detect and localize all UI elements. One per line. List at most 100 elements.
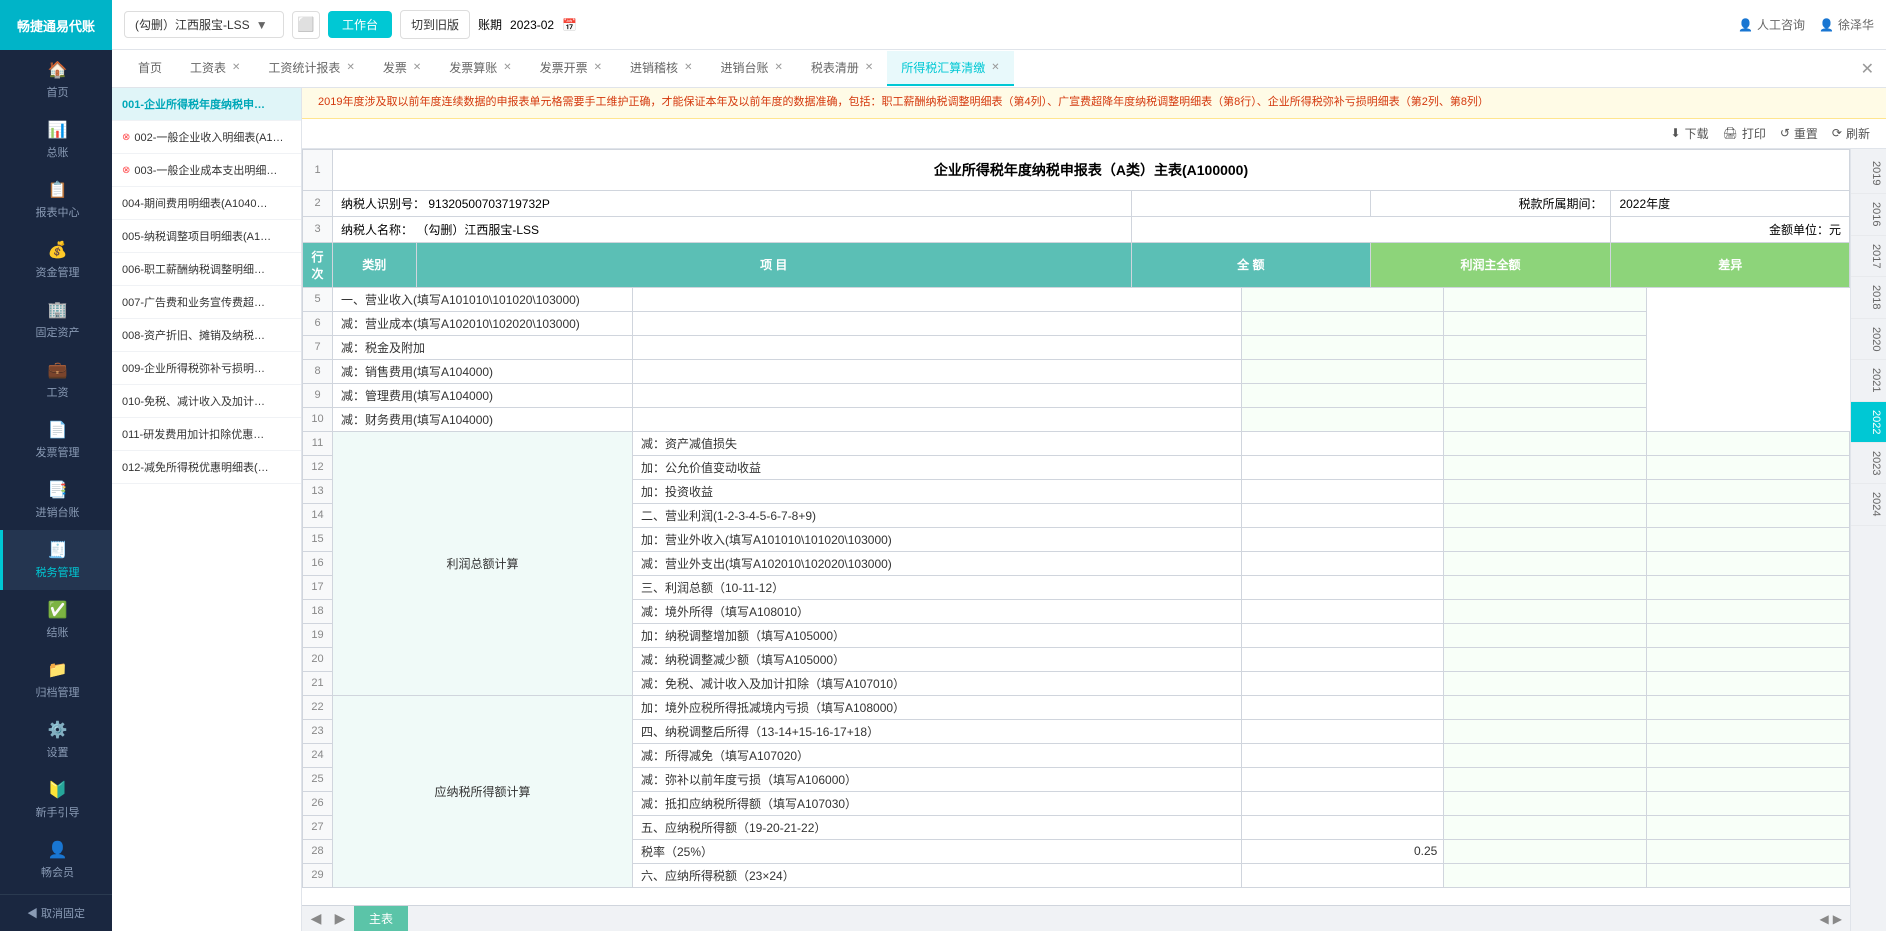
diff-cell[interactable] — [1647, 647, 1850, 671]
profit-cell[interactable] — [1444, 791, 1647, 815]
amount-cell[interactable] — [633, 407, 1242, 431]
amount-cell[interactable] — [633, 359, 1242, 383]
diff-cell[interactable] — [1647, 431, 1850, 455]
amount-cell[interactable] — [1241, 743, 1444, 767]
year-2022[interactable]: 2022 — [1851, 402, 1886, 443]
sidebar-item-tax[interactable]: 🧾 税务管理 — [0, 530, 112, 590]
diff-cell[interactable] — [1647, 479, 1850, 503]
diff-cell[interactable] — [1647, 767, 1850, 791]
close-icon[interactable]: ✕ — [865, 62, 873, 73]
refresh-button[interactable]: ⟳ 刷新 — [1832, 125, 1870, 142]
sidebar-item-archive[interactable]: 📁 归档管理 — [0, 650, 112, 710]
diff-cell[interactable] — [1647, 599, 1850, 623]
left-item-003[interactable]: ⊗ 003-一般企业成本支出明细… — [112, 154, 301, 187]
diff-cell[interactable] — [1647, 719, 1850, 743]
tab-payroll[interactable]: 工资表 ✕ — [176, 51, 254, 86]
tab-invoice-calc[interactable]: 发票算账 ✕ — [435, 51, 525, 86]
year-2016[interactable]: 2016 — [1851, 194, 1886, 235]
left-item-002[interactable]: ⊗ 002-一般企业收入明细表(A1… — [112, 121, 301, 154]
scroll-right-icon[interactable]: ▶ — [1833, 912, 1842, 926]
profit-cell[interactable] — [1241, 287, 1444, 311]
amount-cell[interactable] — [1241, 479, 1444, 503]
amount-cell[interactable] — [1241, 551, 1444, 575]
diff-cell[interactable] — [1647, 575, 1850, 599]
calendar-icon[interactable]: 📅 — [562, 18, 577, 32]
close-all-icon[interactable]: ✕ — [1861, 59, 1874, 79]
amount-cell[interactable] — [1241, 767, 1444, 791]
profit-cell[interactable] — [1444, 479, 1647, 503]
amount-cell[interactable] — [1241, 575, 1444, 599]
tab-tax-register[interactable]: 税表清册 ✕ — [797, 51, 887, 86]
amount-cell[interactable] — [1241, 623, 1444, 647]
profit-cell[interactable] — [1444, 719, 1647, 743]
close-icon[interactable]: ✕ — [232, 62, 240, 73]
prev-sheet-icon[interactable]: ◀ — [306, 910, 326, 927]
sidebar-item-invoice[interactable]: 📄 发票管理 — [0, 410, 112, 470]
left-item-009[interactable]: 009-企业所得税弥补亏损明… — [112, 352, 301, 385]
profit-cell[interactable] — [1444, 599, 1647, 623]
profit-cell[interactable] — [1241, 335, 1444, 359]
tab-invoice-open[interactable]: 发票开票 ✕ — [526, 51, 616, 86]
profit-cell[interactable] — [1444, 551, 1647, 575]
close-icon[interactable]: ✕ — [594, 62, 602, 73]
sidebar-item-guide[interactable]: 🔰 新手引导 — [0, 770, 112, 830]
tab-audit[interactable]: 进销稽核 ✕ — [616, 51, 706, 86]
sidebar-item-home[interactable]: 🏠 首页 — [0, 50, 112, 110]
profit-cell[interactable] — [1444, 575, 1647, 599]
left-item-010[interactable]: 010-免税、减计收入及加计… — [112, 385, 301, 418]
amount-cell[interactable] — [1241, 647, 1444, 671]
reset-button[interactable]: ↺ 重置 — [1780, 125, 1818, 142]
profit-cell[interactable] — [1444, 647, 1647, 671]
tab-income-tax[interactable]: 所得税汇算清缴 ✕ — [887, 51, 1013, 86]
tab-sales-ledger[interactable]: 进销台账 ✕ — [706, 51, 796, 86]
sheet-tab-main[interactable]: 主表 — [354, 906, 408, 931]
sidebar-item-fund[interactable]: 💰 资金管理 — [0, 230, 112, 290]
profit-cell[interactable] — [1444, 863, 1647, 887]
close-icon[interactable]: ✕ — [991, 62, 999, 73]
user-profile[interactable]: 👤 徐泽华 — [1819, 16, 1874, 33]
switch-button[interactable]: 切到旧版 — [400, 10, 470, 39]
amount-cell[interactable] — [1241, 695, 1444, 719]
left-item-006[interactable]: 006-职工薪酬纳税调整明细… — [112, 253, 301, 286]
profit-cell[interactable] — [1444, 815, 1647, 839]
diff-cell[interactable] — [1444, 335, 1647, 359]
download-button[interactable]: ⬇ 下载 — [1671, 125, 1709, 142]
amount-cell[interactable] — [1241, 863, 1444, 887]
amount-cell[interactable] — [1241, 671, 1444, 695]
amount-cell[interactable] — [633, 311, 1242, 335]
close-icon[interactable]: ✕ — [346, 62, 354, 73]
tab-home[interactable]: 首页 — [124, 51, 176, 86]
amount-cell[interactable] — [1241, 719, 1444, 743]
sidebar-item-fixed[interactable]: 🏢 固定资产 — [0, 290, 112, 350]
close-icon[interactable]: ✕ — [684, 62, 692, 73]
year-2019[interactable]: 2019 — [1851, 153, 1886, 194]
diff-cell[interactable] — [1444, 407, 1647, 431]
year-2018[interactable]: 2018 — [1851, 277, 1886, 318]
diff-cell[interactable] — [1444, 383, 1647, 407]
year-2017[interactable]: 2017 — [1851, 236, 1886, 277]
diff-cell[interactable] — [1647, 863, 1850, 887]
workbench-button[interactable]: 工作台 — [328, 11, 392, 38]
amount-cell[interactable] — [633, 287, 1242, 311]
year-2024[interactable]: 2024 — [1851, 484, 1886, 525]
next-sheet-icon[interactable]: ▶ — [330, 910, 350, 927]
print-icon-btn[interactable]: ⬜ — [292, 11, 320, 39]
sidebar-item-settings[interactable]: ⚙️ 设置 — [0, 710, 112, 770]
profit-cell[interactable] — [1444, 767, 1647, 791]
scroll-left-icon[interactable]: ◀ — [1820, 912, 1829, 926]
diff-cell[interactable] — [1647, 695, 1850, 719]
diff-cell[interactable] — [1647, 623, 1850, 647]
left-item-005[interactable]: 005-纳税调整项目明细表(A1… — [112, 220, 301, 253]
sidebar-item-sales[interactable]: 📑 进销台账 — [0, 470, 112, 530]
profit-cell[interactable] — [1444, 527, 1647, 551]
profit-cell[interactable] — [1444, 671, 1647, 695]
amount-cell[interactable] — [1241, 503, 1444, 527]
profit-cell[interactable] — [1444, 695, 1647, 719]
print-button[interactable]: 🖨 打印 — [1723, 125, 1766, 142]
amount-cell[interactable] — [633, 335, 1242, 359]
amount-cell[interactable] — [1241, 431, 1444, 455]
profit-cell[interactable] — [1241, 311, 1444, 335]
diff-cell[interactable] — [1444, 287, 1647, 311]
diff-cell[interactable] — [1647, 503, 1850, 527]
amount-cell[interactable] — [1241, 815, 1444, 839]
